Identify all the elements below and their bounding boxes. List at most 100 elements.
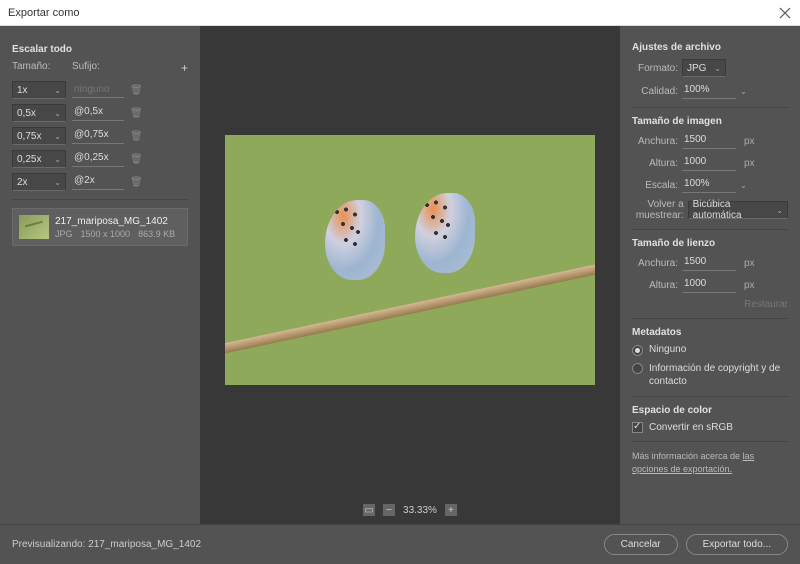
unit-px: px bbox=[744, 258, 755, 269]
size-dropdown[interactable]: 2x ⌄ bbox=[12, 173, 66, 191]
radio-icon bbox=[632, 345, 643, 356]
file-size: 863.9 KB bbox=[138, 229, 175, 239]
chevron-down-icon: ⌄ bbox=[776, 206, 783, 215]
preview-image[interactable] bbox=[225, 135, 595, 385]
scale-column-headers: Tamaño: Sufijo: + bbox=[12, 61, 188, 75]
zoom-controls: ▭ − 33.33% + bbox=[200, 504, 620, 516]
close-icon[interactable] bbox=[778, 6, 792, 20]
metadata-none-radio[interactable]: Ninguno bbox=[632, 344, 788, 356]
more-info-text: Más información acerca de las opciones d… bbox=[632, 450, 788, 475]
format-value: JPG bbox=[687, 63, 706, 74]
suffix-input[interactable]: @2x bbox=[72, 174, 124, 190]
height-label: Altura: bbox=[632, 158, 678, 169]
width-input[interactable]: 1500 bbox=[682, 133, 736, 149]
window-title: Exportar como bbox=[8, 7, 778, 19]
divider bbox=[632, 107, 788, 108]
file-settings-header: Ajustes de archivo bbox=[632, 42, 788, 53]
image-size-header: Tamaño de imagen bbox=[632, 116, 788, 127]
suffix-input[interactable]: @0,75x bbox=[72, 128, 124, 144]
scale-label: Escala: bbox=[632, 180, 678, 191]
zoom-level[interactable]: 33.33% bbox=[403, 505, 437, 516]
right-panel: Ajustes de archivo Formato: JPG ⌄ Calidad… bbox=[620, 26, 800, 524]
convert-srgb-checkbox[interactable]: Convertir en sRGB bbox=[632, 422, 788, 433]
chevron-down-icon[interactable]: ⌄ bbox=[740, 87, 747, 96]
chevron-down-icon: ⌄ bbox=[54, 86, 61, 95]
resample-dropdown[interactable]: Bicúbica automática⌄ bbox=[688, 201, 788, 219]
canvas-height-label: Altura: bbox=[632, 280, 678, 291]
file-meta: 217_mariposa_MG_1402 JPG 1500 x 1000 863… bbox=[55, 216, 175, 239]
canvas-size-header: Tamaño de lienzo bbox=[632, 238, 788, 249]
resample-value: Bicúbica automática bbox=[693, 199, 777, 221]
delete-row-icon[interactable]: 🗑 bbox=[130, 108, 140, 119]
export-all-button[interactable]: Exportar todo... bbox=[686, 534, 788, 555]
checkbox-label: Convertir en sRGB bbox=[649, 422, 733, 433]
zoom-in-icon[interactable]: + bbox=[445, 504, 457, 516]
checkbox-icon bbox=[632, 422, 643, 433]
divider bbox=[632, 229, 788, 230]
size-dropdown[interactable]: 0,5x⌄ bbox=[12, 104, 66, 122]
file-details: JPG 1500 x 1000 863.9 KB bbox=[55, 229, 175, 239]
chevron-down-icon: ⌄ bbox=[54, 155, 61, 164]
scale-row: 0,5x⌄ @0,5x 🗑 bbox=[12, 104, 188, 122]
previewing-status: Previsualizando: 217_mariposa_MG_1402 bbox=[12, 539, 596, 550]
suffix-input[interactable] bbox=[72, 82, 124, 98]
chevron-down-icon: ⌄ bbox=[714, 64, 721, 73]
size-dropdown[interactable]: 0,25x ⌄ bbox=[12, 150, 66, 168]
titlebar: Exportar como bbox=[0, 0, 800, 26]
divider bbox=[632, 318, 788, 319]
chevron-down-icon: ⌄ bbox=[54, 109, 61, 118]
scale-row: 1x ⌄ 🗑 bbox=[12, 81, 188, 99]
delete-row-icon[interactable]: 🗑 bbox=[130, 131, 140, 142]
file-thumbnail bbox=[19, 215, 49, 239]
metadata-copyright-radio[interactable]: Información de copyright y de contacto bbox=[632, 362, 788, 388]
unit-px: px bbox=[744, 136, 755, 147]
file-list-item[interactable]: 217_mariposa_MG_1402 JPG 1500 x 1000 863… bbox=[12, 208, 188, 246]
left-panel: Escalar todo Tamaño: Sufijo: + 1x ⌄ 🗑 0,5… bbox=[0, 26, 200, 524]
canvas-width-input[interactable]: 1500 bbox=[682, 255, 736, 271]
file-dimensions: 1500 x 1000 bbox=[81, 229, 131, 239]
canvas-height-input[interactable]: 1000 bbox=[682, 277, 736, 293]
size-dropdown[interactable]: 1x ⌄ bbox=[12, 81, 66, 99]
format-dropdown[interactable]: JPG ⌄ bbox=[682, 59, 726, 77]
delete-row-icon[interactable]: 🗑 bbox=[130, 154, 140, 165]
radio-icon bbox=[632, 363, 643, 374]
suffix-header: Sufijo: bbox=[72, 61, 140, 75]
fit-icon[interactable]: ▭ bbox=[363, 504, 375, 516]
chevron-down-icon: ⌄ bbox=[54, 132, 61, 141]
add-scale-icon[interactable]: + bbox=[181, 61, 188, 75]
suffix-input[interactable]: @0,5x bbox=[72, 105, 124, 121]
height-input[interactable]: 1000 bbox=[682, 155, 736, 171]
divider bbox=[12, 199, 188, 200]
width-label: Anchura: bbox=[632, 136, 678, 147]
restore-button[interactable]: Restaurar bbox=[632, 299, 788, 310]
unit-px: px bbox=[744, 280, 755, 291]
zoom-out-icon[interactable]: − bbox=[383, 504, 395, 516]
cancel-button[interactable]: Cancelar bbox=[604, 534, 678, 555]
size-value: 2x bbox=[17, 177, 28, 188]
footer: Previsualizando: 217_mariposa_MG_1402 Ca… bbox=[0, 524, 800, 564]
metadata-header: Metadatos bbox=[632, 327, 788, 338]
scale-row: 0,25x ⌄ @0,25x 🗑 bbox=[12, 150, 188, 168]
radio-label: Ninguno bbox=[649, 344, 686, 355]
radio-label: Información de copyright y de contacto bbox=[649, 362, 788, 388]
quality-input[interactable]: 100% bbox=[682, 83, 736, 99]
scale-all-header: Escalar todo bbox=[12, 44, 188, 55]
chevron-down-icon: ⌄ bbox=[54, 178, 61, 187]
canvas-width-label: Anchura: bbox=[632, 258, 678, 269]
quality-label: Calidad: bbox=[632, 86, 678, 97]
delete-row-icon[interactable]: 🗑 bbox=[130, 85, 140, 96]
suffix-input[interactable]: @0,25x bbox=[72, 151, 124, 167]
main-area: Escalar todo Tamaño: Sufijo: + 1x ⌄ 🗑 0,5… bbox=[0, 26, 800, 524]
delete-row-icon[interactable]: 🗑 bbox=[130, 177, 140, 188]
color-space-header: Espacio de color bbox=[632, 405, 788, 416]
resample-label: Volver amuestrear: bbox=[632, 199, 684, 221]
format-label: Formato: bbox=[632, 63, 678, 74]
scale-input[interactable]: 100% bbox=[682, 177, 736, 193]
chevron-down-icon[interactable]: ⌄ bbox=[740, 181, 747, 190]
preview-panel: ▭ − 33.33% + bbox=[200, 26, 620, 524]
size-value: 0,75x bbox=[17, 131, 41, 142]
size-dropdown[interactable]: 0,75x ⌄ bbox=[12, 127, 66, 145]
size-value: 1x bbox=[17, 85, 28, 96]
divider bbox=[632, 396, 788, 397]
size-value: 0,25x bbox=[17, 154, 41, 165]
